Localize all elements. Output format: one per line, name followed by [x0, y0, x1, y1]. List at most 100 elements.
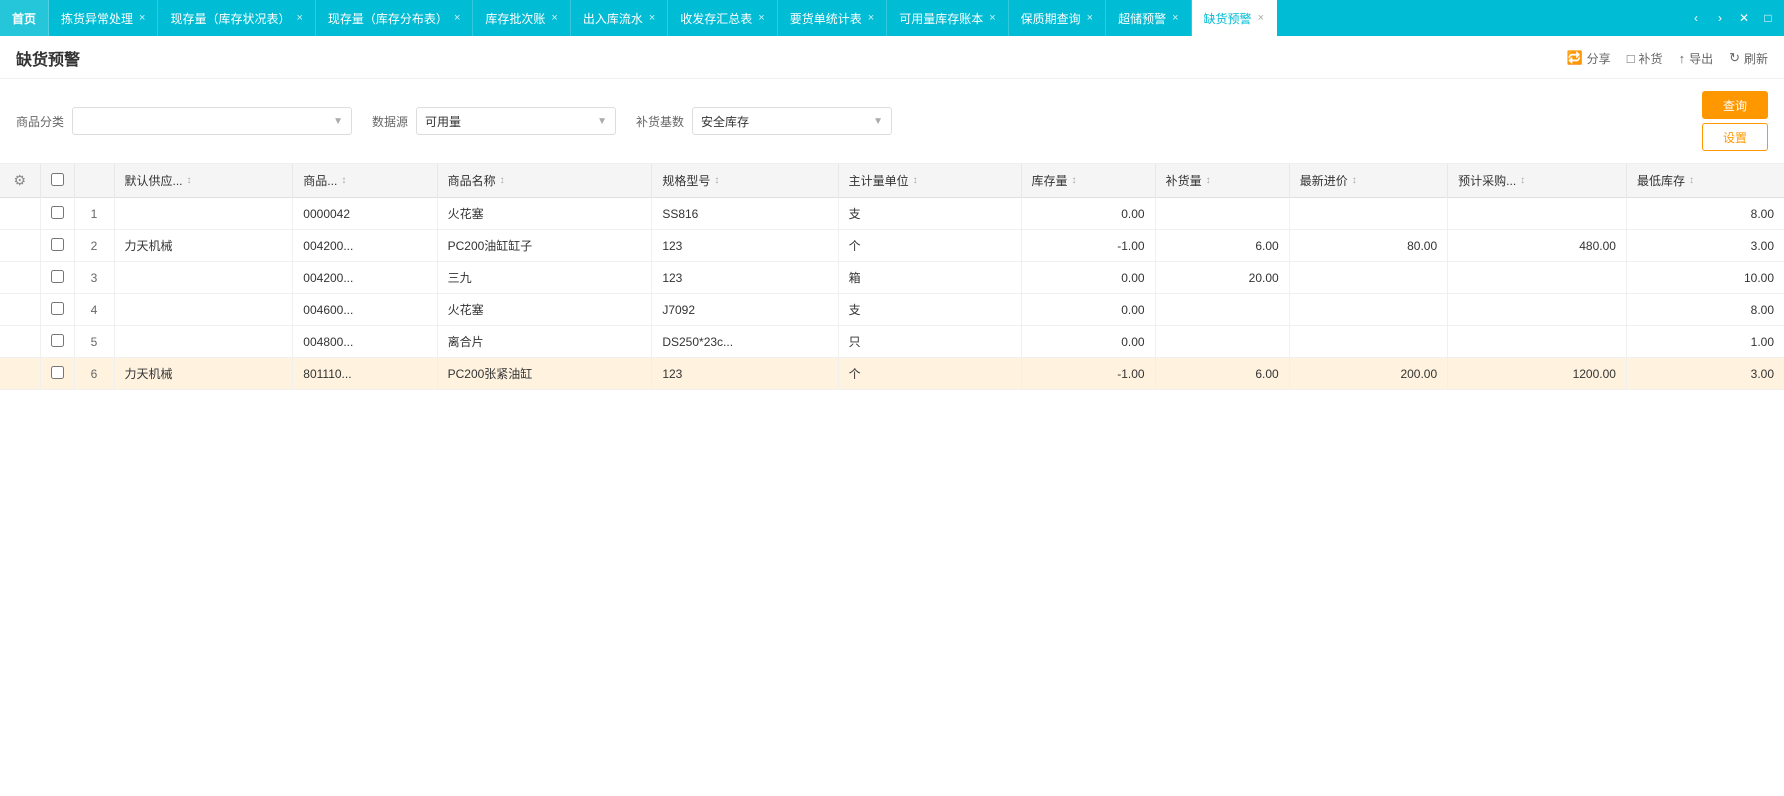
row-gear-cell-5 — [0, 358, 40, 390]
row-product_code-4: 004800... — [293, 326, 437, 358]
sort-icon-est: ↕ — [1520, 175, 1525, 186]
row-checkbox-3[interactable] — [51, 302, 64, 315]
tab-close-stock-status[interactable]: × — [296, 12, 302, 24]
tab-order-stat[interactable]: 要货单统计表 × — [778, 0, 887, 36]
row-checkbox-5[interactable] — [51, 366, 64, 379]
row-checkbox-0[interactable] — [51, 206, 64, 219]
tab-close-exception[interactable]: × — [139, 12, 145, 24]
table-row: 6力天机械801110...PC200张紧油缸123个-1.006.00200.… — [0, 358, 1784, 390]
tab-label-inout-flow: 出入库流水 — [583, 10, 643, 27]
tab-expiry-query[interactable]: 保质期查询 × — [1009, 0, 1106, 36]
tab-available-ledger[interactable]: 可用量库存账本 × — [887, 0, 1008, 36]
th-default-supplier[interactable]: 默认供应... ↕ — [114, 164, 293, 198]
refresh-icon: ↻ — [1729, 50, 1740, 66]
tab-fullscreen-button[interactable]: □ — [1756, 6, 1780, 30]
th-stock-qty[interactable]: 库存量 ↕ — [1021, 164, 1155, 198]
tab-stock-status[interactable]: 现存量（库存状况表） × — [158, 0, 315, 36]
tab-close-order-stat[interactable]: × — [868, 12, 874, 24]
replenish-icon: □ — [1627, 51, 1635, 66]
th-estimated-purchase[interactable]: 预计采购... ↕ — [1448, 164, 1627, 198]
tab-stock-dist[interactable]: 现存量（库存分布表） × — [316, 0, 473, 36]
row-latest_price-2 — [1289, 262, 1447, 294]
row-product_code-0: 0000042 — [293, 198, 437, 230]
tab-exception[interactable]: 拣货异常处理 × — [49, 0, 158, 36]
export-button[interactable]: ↑ 导出 — [1679, 50, 1714, 67]
tab-inout-flow[interactable]: 出入库流水 × — [571, 0, 668, 36]
row-min_stock-0: 8.00 — [1626, 198, 1784, 230]
tab-prev-button[interactable]: ‹ — [1684, 6, 1708, 30]
header-actions: 🔁 分享 □ 补货 ↑ 导出 ↻ 刷新 — [1566, 50, 1768, 67]
table-row: 2力天机械004200...PC200油缸缸子123个-1.006.0080.0… — [0, 230, 1784, 262]
table-row: 10000042火花塞SS816支0.008.00 — [0, 198, 1784, 230]
tab-label-exception: 拣货异常处理 — [61, 10, 133, 27]
row-checkbox-cell-1 — [40, 230, 74, 262]
tab-close-available-ledger[interactable]: × — [989, 12, 995, 24]
row-checkbox-2[interactable] — [51, 270, 64, 283]
tab-close-inout-flow[interactable]: × — [649, 12, 655, 24]
datasource-select[interactable]: 可用量 ▼ — [416, 107, 616, 135]
column-settings-icon[interactable]: ⚙ — [13, 172, 26, 188]
row-estimated_purchase-0 — [1448, 198, 1627, 230]
table-container: ⚙ 默认供应... ↕ 商品... — [0, 164, 1784, 390]
th-unit[interactable]: 主计量单位 ↕ — [838, 164, 1021, 198]
row-replenish_qty-0 — [1155, 198, 1289, 230]
th-replenish-qty[interactable]: 补货量 ↕ — [1155, 164, 1289, 198]
row-checkbox-1[interactable] — [51, 238, 64, 251]
th-latest-price[interactable]: 最新进价 ↕ — [1289, 164, 1447, 198]
th-row-num — [74, 164, 114, 198]
tab-close-expiry-query[interactable]: × — [1087, 12, 1093, 24]
row-num-4: 5 — [74, 326, 114, 358]
row-default_supplier-2 — [114, 262, 293, 294]
row-product_code-2: 004200... — [293, 262, 437, 294]
refresh-button[interactable]: ↻ 刷新 — [1729, 50, 1768, 67]
tab-close-shortage[interactable]: × — [1258, 12, 1264, 24]
row-stock_qty-0: 0.00 — [1021, 198, 1155, 230]
row-latest_price-4 — [1289, 326, 1447, 358]
replenish-base-select[interactable]: 安全库存 ▼ — [692, 107, 892, 135]
row-unit-0: 支 — [838, 198, 1021, 230]
category-select[interactable]: ▼ — [72, 107, 352, 135]
tab-close-stock-dist[interactable]: × — [454, 12, 460, 24]
th-stock-qty-label: 库存量 — [1032, 172, 1068, 189]
tab-label-stock-dist: 现存量（库存分布表） — [328, 10, 448, 27]
th-min-stock[interactable]: 最低库存 ↕ — [1626, 164, 1784, 198]
tab-close-overstock[interactable]: × — [1172, 12, 1178, 24]
row-product_code-1: 004200... — [293, 230, 437, 262]
row-estimated_purchase-2 — [1448, 262, 1627, 294]
row-stock_qty-2: 0.00 — [1021, 262, 1155, 294]
sort-icon-supplier: ↕ — [187, 175, 192, 186]
filter-actions: 查询 设置 — [1702, 91, 1768, 151]
th-spec[interactable]: 规格型号 ↕ — [652, 164, 838, 198]
tab-close-batch-account[interactable]: × — [551, 12, 557, 24]
tab-overstock[interactable]: 超储预警 × — [1106, 0, 1191, 36]
query-button[interactable]: 查询 — [1702, 91, 1768, 119]
tab-batch-account[interactable]: 库存批次账 × — [473, 0, 570, 36]
row-replenish_qty-5: 6.00 — [1155, 358, 1289, 390]
th-product-name[interactable]: 商品名称 ↕ — [437, 164, 652, 198]
row-default_supplier-0 — [114, 198, 293, 230]
th-product-code[interactable]: 商品... ↕ — [293, 164, 437, 198]
row-num-5: 6 — [74, 358, 114, 390]
share-button[interactable]: 🔁 分享 — [1566, 50, 1610, 67]
row-stock_qty-3: 0.00 — [1021, 294, 1155, 326]
tab-collect-summary[interactable]: 收发存汇总表 × — [668, 0, 777, 36]
row-product_name-1: PC200油缸缸子 — [437, 230, 652, 262]
filter-bar: 商品分类 ▼ 数据源 可用量 ▼ 补货基数 安全库存 ▼ 查询 设置 — [0, 79, 1784, 164]
table-row: 3004200...三九123箱0.0020.0010.00 — [0, 262, 1784, 294]
replenish-base-filter-label: 补货基数 — [636, 113, 684, 130]
tab-shortage[interactable]: 缺货预警 × — [1192, 0, 1277, 36]
tab-home[interactable]: 首页 — [0, 0, 49, 36]
replenish-button[interactable]: □ 补货 — [1627, 50, 1663, 67]
tab-close-button[interactable]: ✕ — [1732, 6, 1756, 30]
row-checkbox-4[interactable] — [51, 334, 64, 347]
row-stock_qty-5: -1.00 — [1021, 358, 1155, 390]
settings-button[interactable]: 设置 — [1702, 123, 1768, 151]
row-replenish_qty-3 — [1155, 294, 1289, 326]
row-default_supplier-1: 力天机械 — [114, 230, 293, 262]
tab-next-button[interactable]: › — [1708, 6, 1732, 30]
select-all-checkbox[interactable] — [51, 173, 64, 186]
tab-close-collect-summary[interactable]: × — [758, 12, 764, 24]
export-label: 导出 — [1689, 50, 1713, 67]
th-replenish-qty-label: 补货量 — [1166, 172, 1202, 189]
row-estimated_purchase-4 — [1448, 326, 1627, 358]
